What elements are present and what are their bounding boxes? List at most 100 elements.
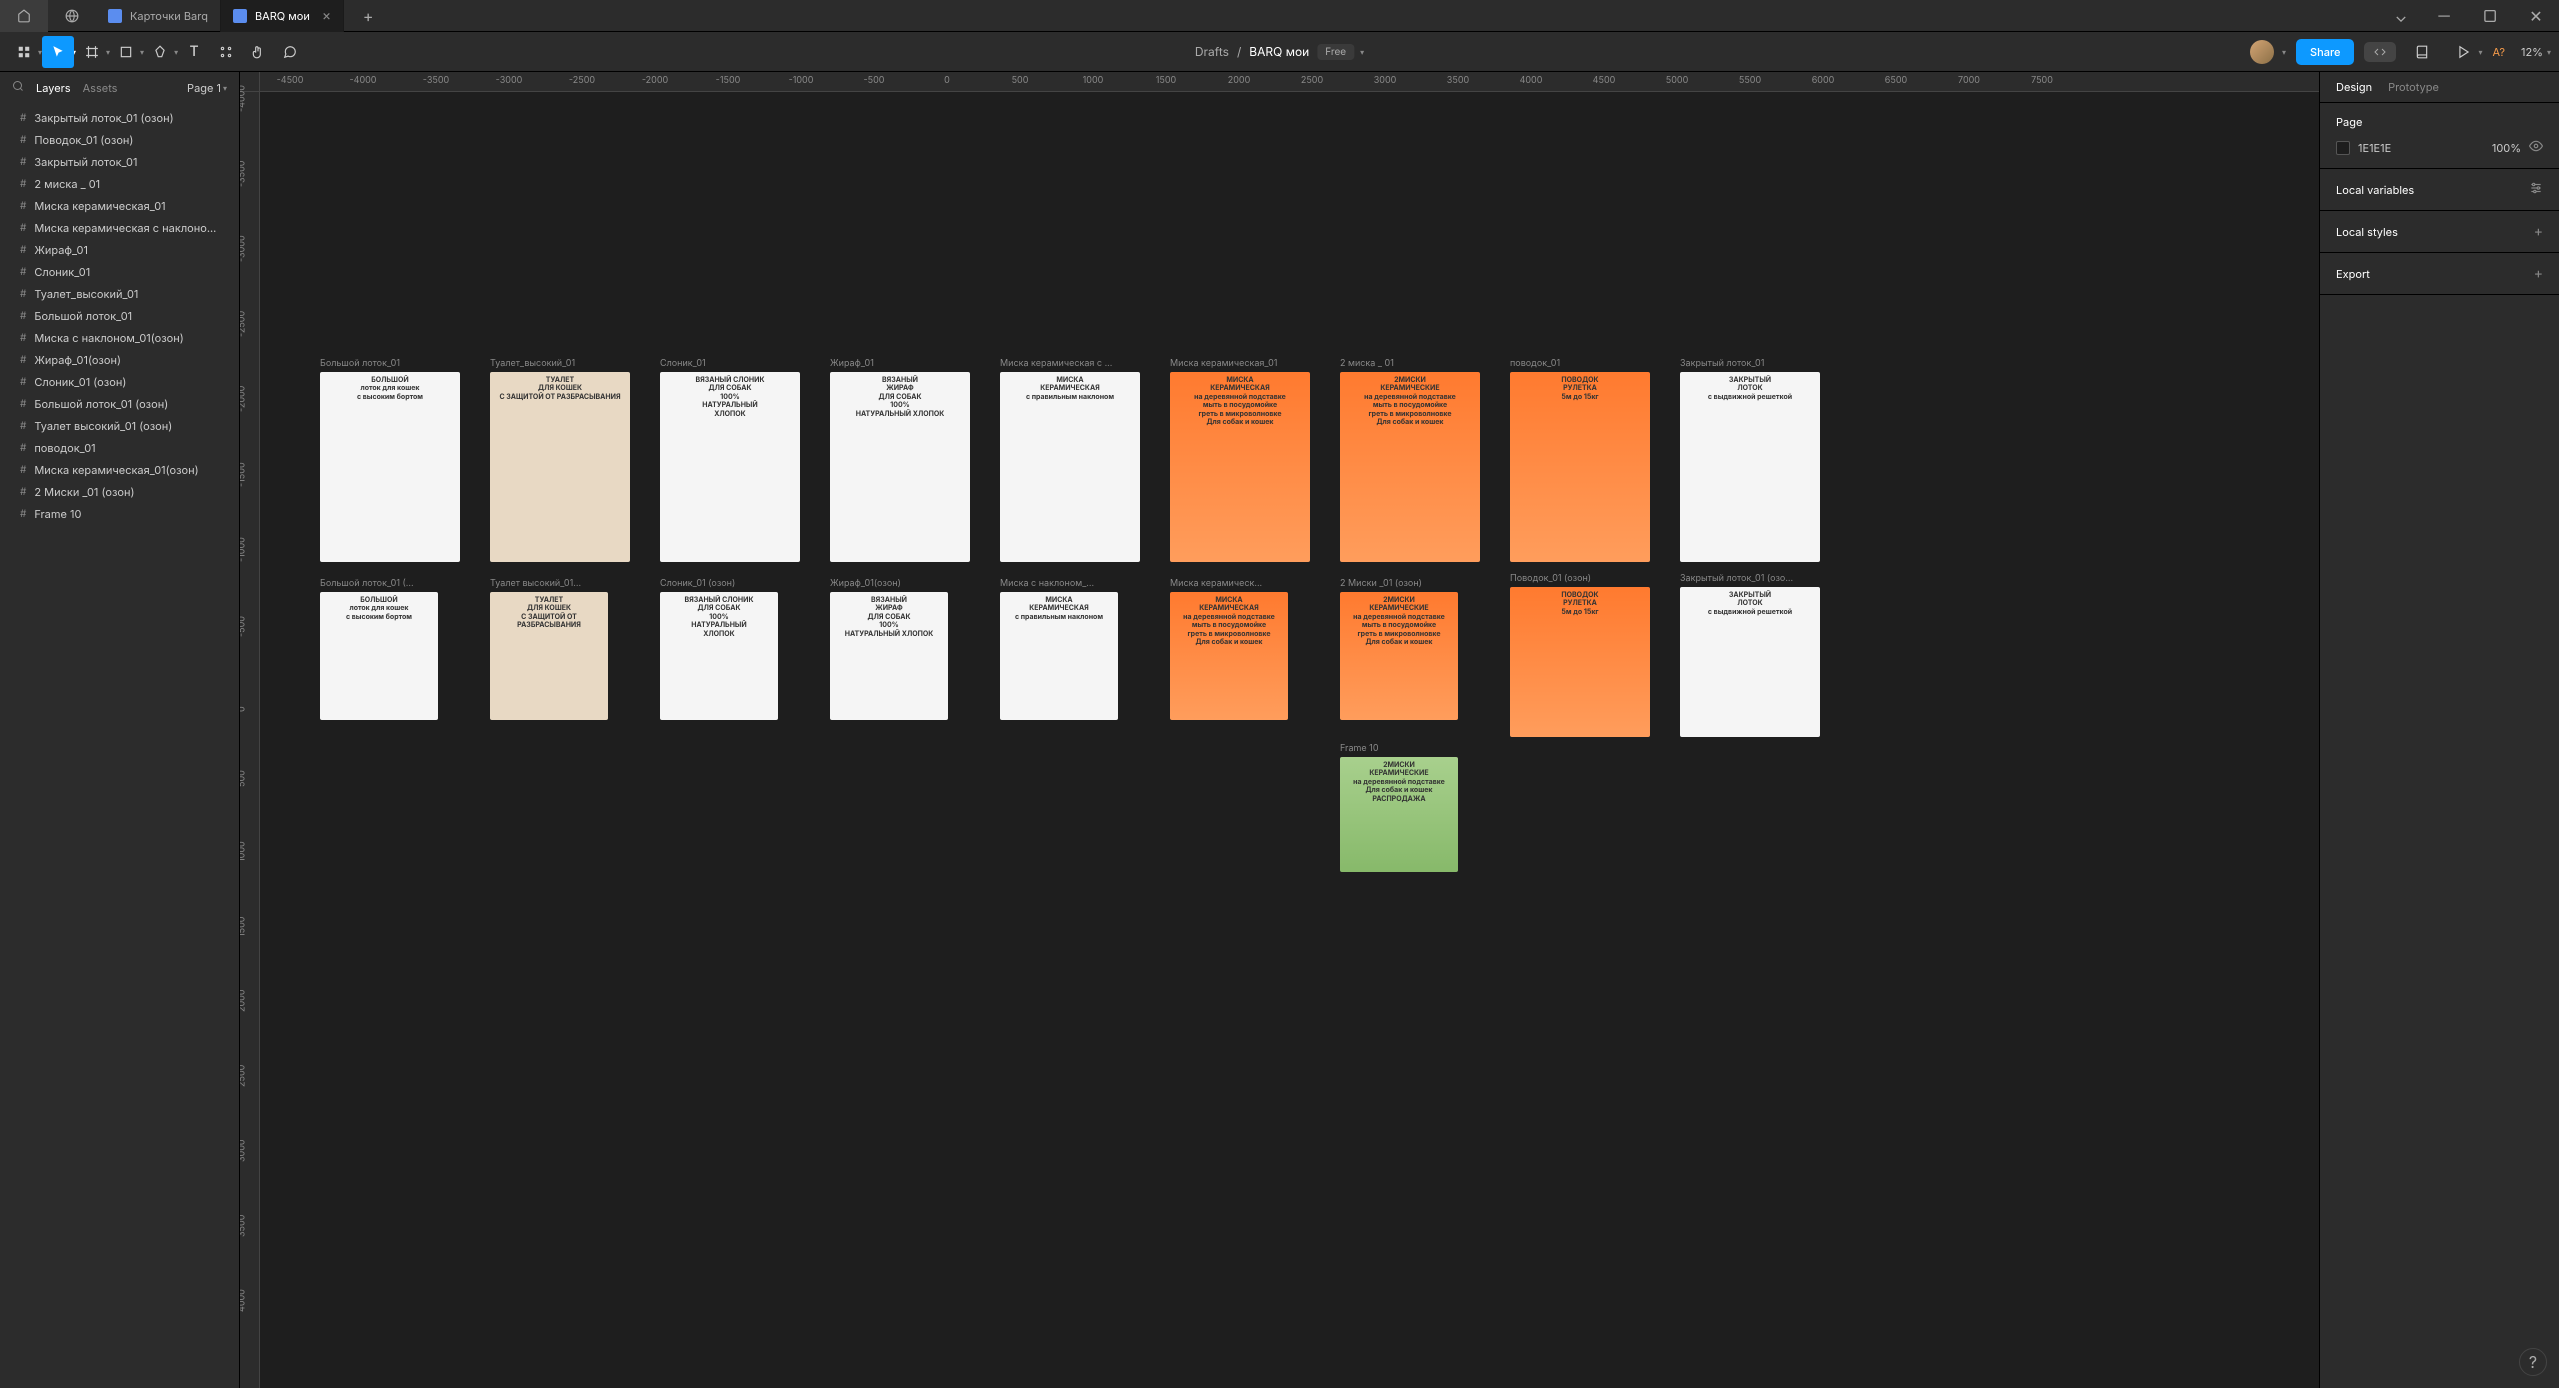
frame-label[interactable]: Миска керамическ... (1170, 578, 1262, 589)
layer-item[interactable]: #Миска керамическая_01(озон) (0, 459, 239, 481)
frame-label[interactable]: Закрытый лоток_01 (озо... (1680, 573, 1793, 584)
layer-item[interactable]: #Миска керамическая с наклоно... (0, 217, 239, 239)
chevron-down-icon[interactable]: ▾ (1360, 47, 1364, 57)
layer-item[interactable]: #Закрытый лоток_01 (озон) (0, 107, 239, 129)
layer-item[interactable]: #2 Миски _01 (озон) (0, 481, 239, 503)
canvas-frame[interactable]: Миска с наклоном_...МИСКА КЕРАМИЧЕСКАЯ с… (1000, 592, 1118, 720)
export-section[interactable]: Export + (2320, 253, 2559, 295)
canvas-frame[interactable]: Поводок_01 (озон)ПОВОДОК РУЛЕТКА 5м до 1… (1510, 587, 1650, 737)
layer-item[interactable]: #Туалет высокий_01 (озон) (0, 415, 239, 437)
local-variables-section[interactable]: Local variables (2320, 169, 2559, 211)
frame-label[interactable]: Слоник_01 (660, 358, 706, 369)
color-swatch[interactable] (2336, 141, 2350, 155)
frame-label[interactable]: 2 Миски _01 (озон) (1340, 578, 1422, 589)
frame-label[interactable]: поводок_01 (1510, 358, 1560, 369)
layer-item[interactable]: #Миска с наклоном_01(озон) (0, 327, 239, 349)
canvas-frame[interactable]: Большой лоток_01БОЛЬШОЙ лоток для кошек … (320, 372, 460, 562)
canvas-frame[interactable]: Закрытый лоток_01 (озо...ЗАКРЫТЫЙ ЛОТОК … (1680, 587, 1820, 737)
missing-fonts-indicator[interactable]: A? (2492, 45, 2505, 59)
frame-label[interactable]: Поводок_01 (озон) (1510, 573, 1591, 584)
breadcrumb-file[interactable]: BARQ мои (1249, 44, 1309, 59)
eye-icon[interactable] (2529, 139, 2543, 156)
help-button[interactable]: ? (2519, 1348, 2547, 1376)
layer-item[interactable]: #Жираф_01(озон) (0, 349, 239, 371)
layer-item[interactable]: #Большой лоток_01 (0, 305, 239, 327)
prototype-tab[interactable]: Prototype (2388, 80, 2439, 94)
plus-icon[interactable]: + (2534, 265, 2543, 282)
tab-kartochki[interactable]: Карточки Barq (96, 0, 221, 32)
share-button[interactable]: Share (2296, 39, 2354, 65)
community-button[interactable] (48, 0, 96, 32)
chevron-down-icon[interactable]: ▾ (2282, 47, 2286, 57)
tab-barq-moi[interactable]: BARQ мои × (221, 0, 344, 32)
settings-icon[interactable] (2529, 181, 2543, 198)
frame-label[interactable]: Слоник_01 (озон) (660, 578, 735, 589)
close-icon[interactable]: × (322, 7, 331, 24)
home-button[interactable] (0, 0, 48, 32)
move-tool[interactable] (42, 36, 74, 68)
frame-label[interactable]: Миска с наклоном_... (1000, 578, 1094, 589)
canvas-frame[interactable]: Туалет_высокий_01ТУАЛЕТ ДЛЯ КОШЕК С ЗАЩИ… (490, 372, 630, 562)
text-tool[interactable]: T (178, 36, 210, 68)
frame-label[interactable]: Закрытый лоток_01 (1680, 358, 1764, 369)
plus-icon[interactable]: + (2534, 223, 2543, 240)
layer-item[interactable]: #2 миска _ 01 (0, 173, 239, 195)
layer-item[interactable]: #Закрытый лоток_01 (0, 151, 239, 173)
library-button[interactable] (2406, 36, 2438, 68)
assets-tab[interactable]: Assets (83, 81, 118, 95)
layer-item[interactable]: #поводок_01 (0, 437, 239, 459)
canvas-frame[interactable]: Слоник_01ВЯЗАНЫЙ СЛОНИК ДЛЯ СОБАК 100% Н… (660, 372, 800, 562)
canvas-frame[interactable]: Миска керамическая_01МИСКА КЕРАМИЧЕСКАЯ … (1170, 372, 1310, 562)
zoom-group[interactable]: 12% ▾ (2515, 45, 2551, 59)
canvas-frame[interactable]: Закрытый лоток_01ЗАКРЫТЫЙ ЛОТОК с выдвиж… (1680, 372, 1820, 562)
resources-tool[interactable] (210, 36, 242, 68)
canvas-frame[interactable]: Слоник_01 (озон)ВЯЗАНЫЙ СЛОНИК ДЛЯ СОБАК… (660, 592, 778, 720)
canvas-frame[interactable]: Миска керамическ...МИСКА КЕРАМИЧЕСКАЯ на… (1170, 592, 1288, 720)
maximize-button[interactable]: ▢ (2467, 0, 2513, 32)
layer-item[interactable]: #Поводок_01 (озон) (0, 129, 239, 151)
minimize-button[interactable]: ─ (2421, 0, 2467, 32)
layer-item[interactable]: #Туалет_высокий_01 (0, 283, 239, 305)
canvas-frame[interactable]: 2 Миски _01 (озон)2МИСКИ КЕРАМИЧЕСКИЕ на… (1340, 592, 1458, 720)
layer-item[interactable]: #Слоник_01 (0, 261, 239, 283)
canvas[interactable]: Большой лоток_01БОЛЬШОЙ лоток для кошек … (260, 92, 2319, 1388)
frame-label[interactable]: Большой лоток_01 (... (320, 578, 414, 589)
dev-mode-button[interactable] (2364, 42, 2396, 62)
canvas-frame[interactable]: Туалет высокий_01...ТУАЛЕТ ДЛЯ КОШЕК С З… (490, 592, 608, 720)
new-tab-button[interactable]: + (344, 0, 392, 32)
canvas-frame[interactable]: 2 миска _ 012МИСКИ КЕРАМИЧЕСКИЕ на дерев… (1340, 372, 1480, 562)
local-styles-section[interactable]: Local styles + (2320, 211, 2559, 253)
present-button[interactable] (2448, 36, 2480, 68)
pen-tool[interactable] (144, 36, 176, 68)
breadcrumb-parent[interactable]: Drafts (1195, 44, 1229, 59)
main-menu-button[interactable] (8, 36, 40, 68)
comment-tool[interactable] (274, 36, 306, 68)
canvas-frame[interactable]: Frame 102МИСКИ КЕРАМИЧЕСКИЕ на деревянно… (1340, 757, 1458, 872)
color-opacity[interactable]: 100% (2492, 141, 2521, 155)
shape-tool[interactable] (110, 36, 142, 68)
frame-label[interactable]: Frame 10 (1340, 743, 1379, 754)
canvas-frame[interactable]: поводок_01ПОВОДОК РУЛЕТКА 5м до 15кг (1510, 372, 1650, 562)
frame-label[interactable]: Жираф_01(озон) (830, 578, 901, 589)
frame-label[interactable]: 2 миска _ 01 (1340, 358, 1394, 369)
frame-label[interactable]: Миска керамическая_01 (1170, 358, 1277, 369)
canvas-frame[interactable]: Миска керамическая с ...МИСКА КЕРАМИЧЕСК… (1000, 372, 1140, 562)
layer-item[interactable]: #Жираф_01 (0, 239, 239, 261)
page-selector[interactable]: Page 1 ▾ (187, 81, 227, 95)
hand-tool[interactable] (242, 36, 274, 68)
search-icon[interactable] (12, 80, 24, 95)
design-tab[interactable]: Design (2336, 80, 2372, 94)
chevron-down-icon[interactable]: ⌄ (2381, 0, 2421, 32)
canvas-frame[interactable]: Жираф_01(озон)ВЯЗАНЫЙ ЖИРАФ ДЛЯ СОБАК 10… (830, 592, 948, 720)
canvas-frame[interactable]: Жираф_01ВЯЗАНЫЙ ЖИРАФ ДЛЯ СОБАК 100% НАТ… (830, 372, 970, 562)
frame-label[interactable]: Туалет высокий_01... (490, 578, 581, 589)
canvas-frame[interactable]: Большой лоток_01 (...БОЛЬШОЙ лоток для к… (320, 592, 438, 720)
avatar[interactable] (2250, 40, 2274, 64)
layer-item[interactable]: #Слоник_01 (озон) (0, 371, 239, 393)
free-badge[interactable]: Free (1317, 44, 1354, 60)
frame-tool[interactable] (76, 36, 108, 68)
page-color-row[interactable]: 1E1E1E 100% (2336, 139, 2543, 156)
frame-label[interactable]: Большой лоток_01 (320, 358, 400, 369)
layer-item[interactable]: #Frame 10 (0, 503, 239, 525)
color-hex[interactable]: 1E1E1E (2358, 141, 2484, 155)
